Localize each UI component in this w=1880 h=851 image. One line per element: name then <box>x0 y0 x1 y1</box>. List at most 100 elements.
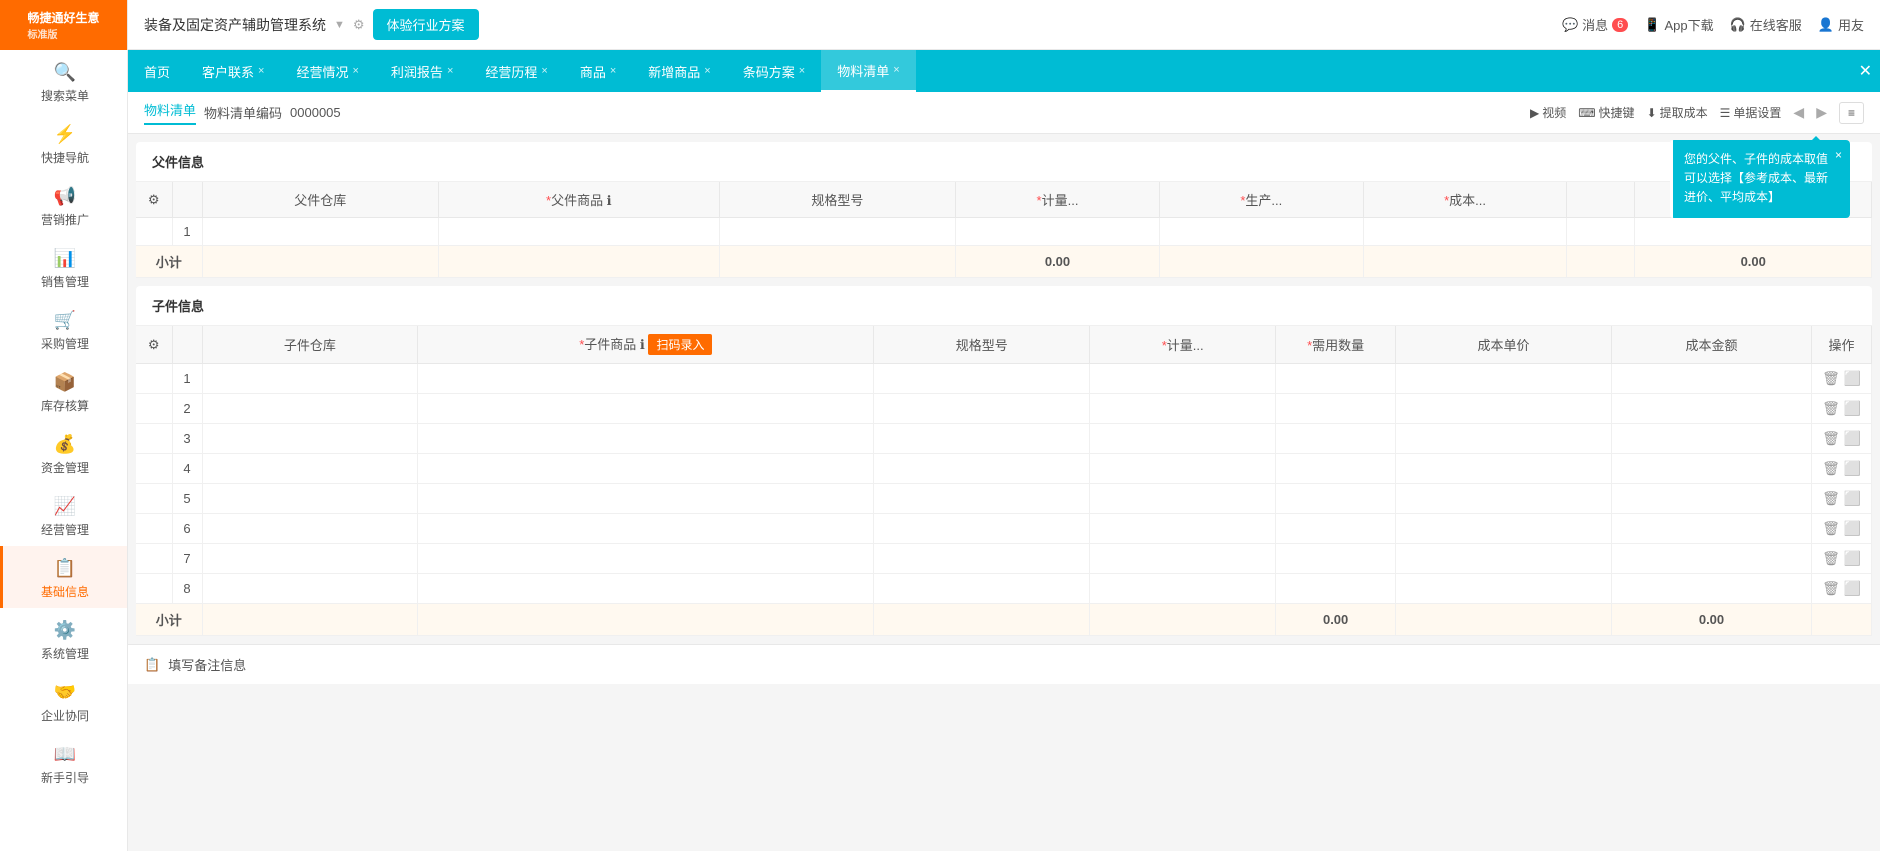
sidebar-item-purchase[interactable]: 🛒 采购管理 <box>0 298 127 360</box>
close-tab-goods[interactable]: × <box>610 65 616 77</box>
child-row-qty-5[interactable] <box>1276 514 1396 544</box>
child-row-spec-6[interactable] <box>874 544 1090 574</box>
close-tab-profit[interactable]: × <box>447 65 453 77</box>
parent-row-spec[interactable] <box>719 218 956 246</box>
tab-new-goods[interactable]: 新增商品 × <box>632 50 726 92</box>
child-row-goods-7[interactable] <box>418 574 874 604</box>
child-row-spec-0[interactable] <box>874 364 1090 394</box>
copy-row-icon-3[interactable]: ⬜ <box>1843 460 1860 476</box>
child-row-goods-1[interactable] <box>418 394 874 424</box>
copy-row-icon-1[interactable]: ⬜ <box>1843 400 1860 416</box>
bottom-text[interactable]: 填写备注信息 <box>168 655 246 674</box>
online-service-button[interactable]: 🎧 在线客服 <box>1730 15 1802 34</box>
child-row-goods-3[interactable] <box>418 454 874 484</box>
sidebar-item-finance[interactable]: 💰 资金管理 <box>0 422 127 484</box>
prev-page-btn[interactable]: ◀ <box>1793 104 1804 121</box>
child-row-qty-7[interactable] <box>1276 574 1396 604</box>
child-row-unit-4[interactable] <box>1090 484 1276 514</box>
tab-bom[interactable]: 物料清单 × <box>821 50 915 92</box>
copy-row-icon-7[interactable]: ⬜ <box>1843 580 1860 596</box>
scan-btn[interactable]: 扫码录入 <box>648 334 712 355</box>
delete-row-icon-5[interactable]: 🗑 <box>1822 520 1840 536</box>
child-row-spec-1[interactable] <box>874 394 1090 424</box>
close-tab-barcode[interactable]: × <box>799 65 805 77</box>
child-row-qty-0[interactable] <box>1276 364 1396 394</box>
copy-row-icon-0[interactable]: ⬜ <box>1843 370 1860 386</box>
child-row-spec-4[interactable] <box>874 484 1090 514</box>
child-row-spec-5[interactable] <box>874 514 1090 544</box>
child-row-qty-3[interactable] <box>1276 454 1396 484</box>
child-row-spec-2[interactable] <box>874 424 1090 454</box>
parent-row-warehouse[interactable] <box>202 218 439 246</box>
child-row-warehouse-0[interactable] <box>202 364 418 394</box>
child-row-unit-6[interactable] <box>1090 544 1276 574</box>
sidebar-item-inventory[interactable]: 📦 库存核算 <box>0 360 127 422</box>
tooltip-close-btn[interactable]: × <box>1835 146 1842 165</box>
tab-home[interactable]: 首页 <box>128 50 186 92</box>
child-row-qty-4[interactable] <box>1276 484 1396 514</box>
delete-row-icon-1[interactable]: 🗑 <box>1822 400 1840 416</box>
sidebar-item-search[interactable]: 🔍 搜索菜单 <box>0 50 127 112</box>
close-all-btn[interactable]: ✕ <box>1859 61 1880 81</box>
sidebar-item-collab[interactable]: 🤝 企业协同 <box>0 670 127 732</box>
child-row-warehouse-3[interactable] <box>202 454 418 484</box>
child-row-warehouse-5[interactable] <box>202 514 418 544</box>
delete-row-icon-3[interactable]: 🗑 <box>1822 460 1840 476</box>
delete-row-icon-0[interactable]: 🗑 <box>1822 370 1840 386</box>
child-row-unitcost-0[interactable] <box>1396 364 1612 394</box>
child-row-qty-6[interactable] <box>1276 544 1396 574</box>
th-child-gear[interactable]: ⚙ <box>136 326 172 364</box>
close-tab-business[interactable]: × <box>352 65 358 77</box>
child-row-unit-2[interactable] <box>1090 424 1276 454</box>
sidebar-item-basic[interactable]: 📋 基础信息 <box>0 546 127 608</box>
child-row-unitcost-5[interactable] <box>1396 514 1612 544</box>
child-row-unit-0[interactable] <box>1090 364 1276 394</box>
tab-history[interactable]: 经营历程 × <box>469 50 563 92</box>
sidebar-item-marketing[interactable]: 📢 营销推广 <box>0 174 127 236</box>
child-row-spec-7[interactable] <box>874 574 1090 604</box>
sidebar-item-operations[interactable]: 📈 经营管理 <box>0 484 127 546</box>
child-row-goods-0[interactable] <box>418 364 874 394</box>
tab-barcode[interactable]: 条码方案 × <box>727 50 821 92</box>
child-row-unitcost-1[interactable] <box>1396 394 1612 424</box>
child-row-unitcost-7[interactable] <box>1396 574 1612 604</box>
column-settings-btn[interactable]: ≡ <box>1839 102 1864 124</box>
close-tab-bom[interactable]: × <box>893 64 899 76</box>
dropdown-icon[interactable]: ▼ <box>334 19 345 31</box>
child-row-qty-2[interactable] <box>1276 424 1396 454</box>
sidebar-item-system[interactable]: ⚙️ 系统管理 <box>0 608 127 670</box>
sidebar-item-sales[interactable]: 📊 销售管理 <box>0 236 127 298</box>
shortcut-btn[interactable]: ⌨ 快捷键 <box>1578 104 1634 121</box>
parent-row-production[interactable] <box>1159 218 1363 246</box>
child-row-unit-7[interactable] <box>1090 574 1276 604</box>
parent-row-unit[interactable] <box>956 218 1160 246</box>
tab-customer[interactable]: 客户联系 × <box>186 50 280 92</box>
child-row-unit-3[interactable] <box>1090 454 1276 484</box>
child-row-warehouse-7[interactable] <box>202 574 418 604</box>
child-row-warehouse-4[interactable] <box>202 484 418 514</box>
child-row-unit-1[interactable] <box>1090 394 1276 424</box>
close-tab-customer[interactable]: × <box>258 65 264 77</box>
close-tab-new-goods[interactable]: × <box>704 65 710 77</box>
tab-goods[interactable]: 商品 × <box>564 50 632 92</box>
child-row-unit-5[interactable] <box>1090 514 1276 544</box>
delete-row-icon-7[interactable]: 🗑 <box>1822 580 1840 596</box>
child-row-warehouse-6[interactable] <box>202 544 418 574</box>
close-tab-history[interactable]: × <box>541 65 547 77</box>
child-row-unitcost-6[interactable] <box>1396 544 1612 574</box>
tab-profit[interactable]: 利润报告 × <box>375 50 469 92</box>
sidebar-item-quicknav[interactable]: ⚡ 快捷导航 <box>0 112 127 174</box>
child-row-unitcost-3[interactable] <box>1396 454 1612 484</box>
child-row-spec-3[interactable] <box>874 454 1090 484</box>
child-row-unitcost-2[interactable] <box>1396 424 1612 454</box>
copy-row-icon-6[interactable]: ⬜ <box>1843 550 1860 566</box>
child-row-goods-4[interactable] <box>418 484 874 514</box>
parent-row-goods[interactable] <box>439 218 720 246</box>
extract-cost-btn[interactable]: ⬇ 提取成本 <box>1647 104 1708 121</box>
next-page-btn[interactable]: ▶ <box>1816 104 1827 121</box>
view-btn[interactable]: ▶ 视频 <box>1530 104 1566 121</box>
user-menu-button[interactable]: 👤 用友 <box>1818 15 1864 34</box>
trial-button[interactable]: 体验行业方案 <box>373 9 479 40</box>
child-row-unitcost-4[interactable] <box>1396 484 1612 514</box>
copy-row-icon-4[interactable]: ⬜ <box>1843 490 1860 506</box>
